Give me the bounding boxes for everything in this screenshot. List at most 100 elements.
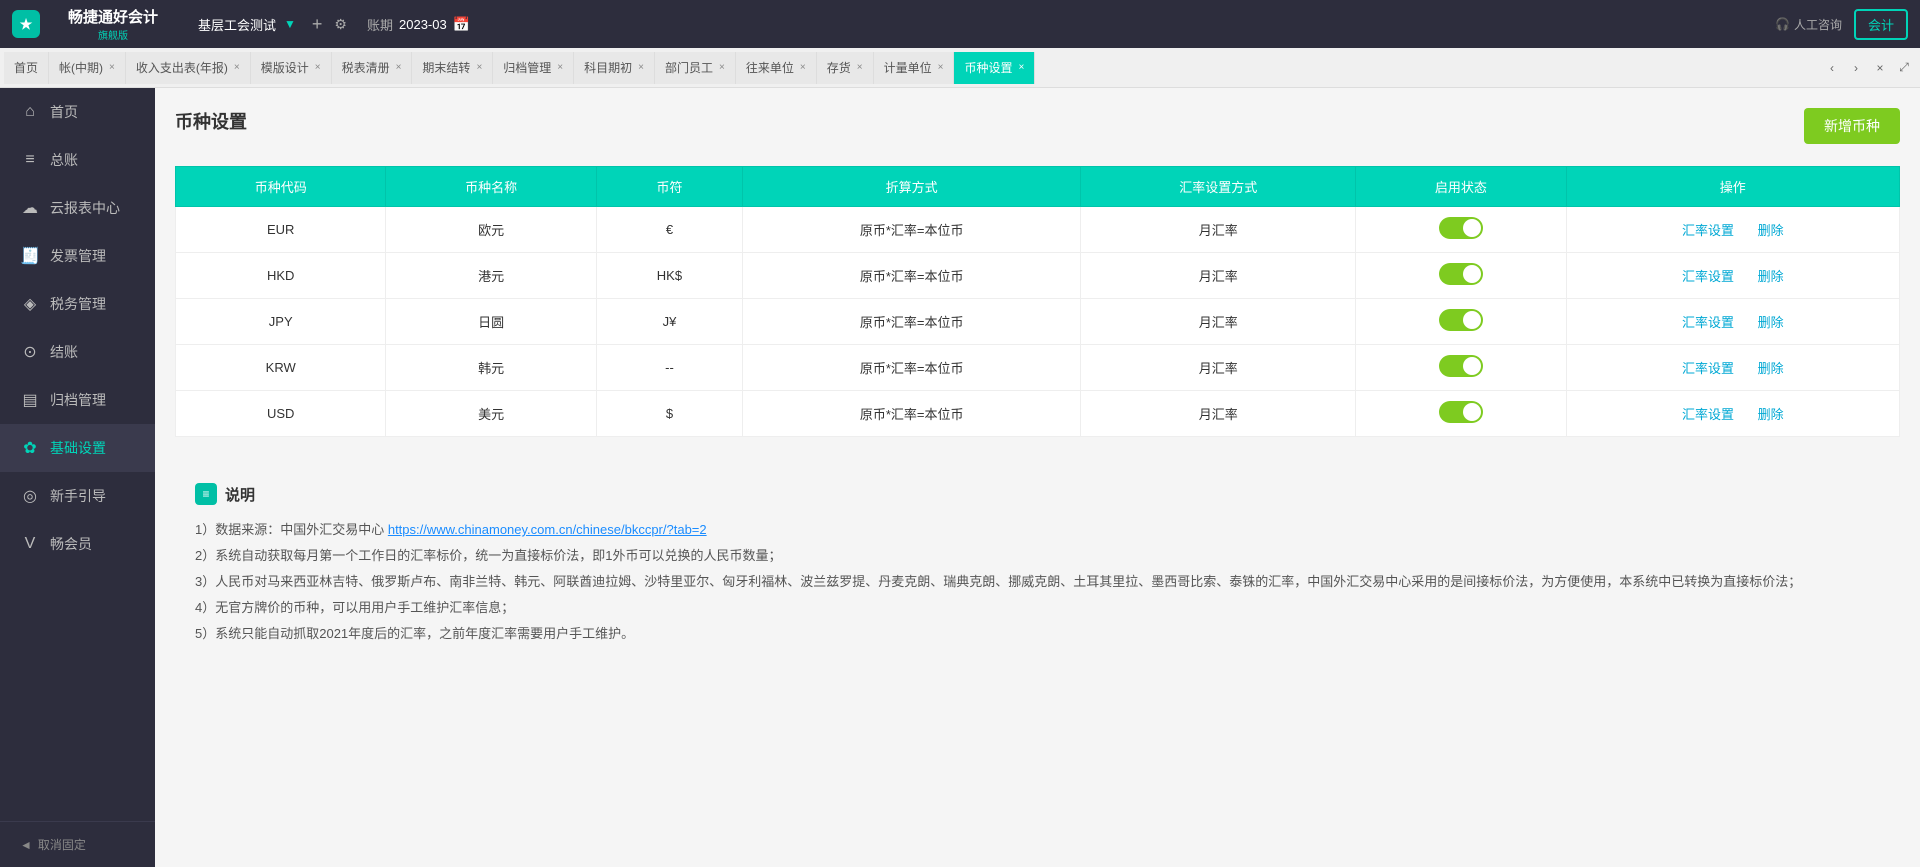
sidebar-item-label: 首页 [50, 102, 78, 122]
tab-label: 计量单位 [884, 59, 932, 76]
sidebar-item-settings[interactable]: ✿ 基础设置 [0, 424, 155, 472]
content-area: 币种设置 新增币种 币种代码 币种名称 币符 折算方式 汇率设置方式 启用状态 … [155, 88, 1920, 867]
tab-zhangqimid[interactable]: 帐(中期) × [49, 52, 126, 84]
tab-close-icon[interactable]: × [719, 62, 725, 73]
sidebar-item-invoice[interactable]: 🧾 发票管理 [0, 232, 155, 280]
cell-method: 原币*汇率=本位币 [743, 345, 1081, 391]
tab-close-icon[interactable]: × [857, 62, 863, 73]
tab-tax[interactable]: 税表清册 × [332, 52, 413, 84]
tab-close-icon[interactable]: × [1018, 62, 1024, 73]
cell-rate-type: 月汇率 [1081, 391, 1356, 437]
tab-next-btn[interactable]: › [1844, 52, 1868, 84]
tab-subject-init[interactable]: 科目期初 × [574, 52, 655, 84]
notice-item: 3）人民币对马来西亚林吉特、俄罗斯卢布、南非兰特、韩元、阿联酋迪拉姆、沙特里亚尔… [195, 569, 1880, 595]
cell-symbol: $ [596, 391, 742, 437]
cell-rate-type: 月汇率 [1081, 299, 1356, 345]
delete-link[interactable]: 删除 [1758, 223, 1784, 238]
col-action: 操作 [1566, 167, 1899, 207]
cell-symbol: J¥ [596, 299, 742, 345]
tab-close-icon[interactable]: × [938, 62, 944, 73]
tab-inventory[interactable]: 存货 × [817, 52, 874, 84]
add-workspace-btn[interactable]: + [312, 14, 323, 35]
kuaiji-button[interactable]: 会计 [1854, 9, 1908, 40]
tab-contacts[interactable]: 往来单位 × [736, 52, 817, 84]
sidebar-item-guide[interactable]: ◎ 新手引导 [0, 472, 155, 520]
tab-department[interactable]: 部门员工 × [655, 52, 736, 84]
tab-label: 模版设计 [261, 59, 309, 76]
cell-status [1356, 299, 1566, 345]
settings-icon[interactable]: ⚙ [334, 16, 347, 33]
tab-close-icon[interactable]: × [109, 62, 115, 73]
sidebar-item-home[interactable]: ⌂ 首页 [0, 88, 155, 136]
cell-code: USD [176, 391, 386, 437]
tab-expand-btn[interactable]: ⤢ [1892, 52, 1916, 84]
tab-bar: 首页 帐(中期) × 收入支出表(年报) × 模版设计 × 税表清册 × 期末结… [0, 48, 1920, 88]
toggle-switch[interactable] [1439, 263, 1483, 285]
toggle-switch[interactable] [1439, 309, 1483, 331]
tab-period-end[interactable]: 期末结转 × [412, 52, 493, 84]
notice-title: ≡ 说明 [195, 483, 1880, 505]
rate-setting-link[interactable]: 汇率设置 [1682, 223, 1734, 238]
workspace-selector: 基层工会测试 ▼ + ⚙ 账期 2023-03 📅 [198, 14, 1775, 35]
tab-close-icon[interactable]: × [396, 62, 402, 73]
tab-close-icon[interactable]: × [476, 62, 482, 73]
period-value: 2023-03 [399, 17, 447, 32]
tab-close-all-btn[interactable]: × [1868, 52, 1892, 84]
cell-method: 原币*汇率=本位币 [743, 391, 1081, 437]
sidebar-item-archive[interactable]: ▤ 归档管理 [0, 376, 155, 424]
sidebar-item-report[interactable]: ☁ 云报表中心 [0, 184, 155, 232]
new-currency-button[interactable]: 新增币种 [1804, 108, 1900, 144]
cell-code: JPY [176, 299, 386, 345]
notice-link[interactable]: https://www.chinamoney.com.cn/chinese/bk… [388, 522, 707, 537]
cell-symbol: € [596, 207, 742, 253]
sidebar-item-ledger[interactable]: ≡ 总账 [0, 136, 155, 184]
rate-setting-link[interactable]: 汇率设置 [1682, 361, 1734, 376]
toggle-knob [1463, 265, 1481, 283]
tab-archive[interactable]: 归档管理 × [493, 52, 574, 84]
delete-link[interactable]: 删除 [1758, 361, 1784, 376]
sidebar-item-tax[interactable]: ◈ 税务管理 [0, 280, 155, 328]
tab-currency[interactable]: 币种设置 × [954, 52, 1035, 84]
cell-status [1356, 391, 1566, 437]
tab-home[interactable]: 首页 [4, 52, 49, 84]
tab-template[interactable]: 模版设计 × [251, 52, 332, 84]
tab-label: 往来单位 [746, 59, 794, 76]
tab-close-icon[interactable]: × [234, 62, 240, 73]
tab-prev-btn[interactable]: ‹ [1820, 52, 1844, 84]
calendar-icon[interactable]: 📅 [453, 16, 470, 33]
table-row: USD 美元 $ 原币*汇率=本位币 月汇率 汇率设置 删除 [176, 391, 1900, 437]
pin-label: 取消固定 [38, 836, 86, 853]
cell-name: 港元 [386, 253, 596, 299]
workspace-name: 基层工会测试 [198, 15, 276, 34]
tab-unit[interactable]: 计量单位 × [874, 52, 955, 84]
rate-setting-link[interactable]: 汇率设置 [1682, 315, 1734, 330]
tab-close-icon[interactable]: × [800, 62, 806, 73]
cell-name: 欧元 [386, 207, 596, 253]
sidebar-pin-toggle[interactable]: ◄ 取消固定 [0, 821, 155, 867]
tab-income[interactable]: 收入支出表(年报) × [126, 52, 251, 84]
rate-setting-link[interactable]: 汇率设置 [1682, 269, 1734, 284]
cell-rate-type: 月汇率 [1081, 253, 1356, 299]
delete-link[interactable]: 删除 [1758, 407, 1784, 422]
guide-icon: ◎ [20, 486, 40, 506]
sidebar-item-member[interactable]: V 畅会员 [0, 520, 155, 568]
sidebar-item-checkout[interactable]: ⊙ 结账 [0, 328, 155, 376]
delete-link[interactable]: 删除 [1758, 269, 1784, 284]
notice-item: 5）系统只能自动抓取2021年度后的汇率，之前年度汇率需要用户手工维护。 [195, 621, 1880, 647]
sidebar-item-label: 总账 [50, 150, 78, 170]
toggle-knob [1463, 219, 1481, 237]
tab-close-icon[interactable]: × [315, 62, 321, 73]
rate-setting-link[interactable]: 汇率设置 [1682, 407, 1734, 422]
toggle-switch[interactable] [1439, 217, 1483, 239]
invoice-icon: 🧾 [20, 246, 40, 266]
tab-label: 币种设置 [964, 59, 1012, 76]
settings-gear-icon: ✿ [20, 438, 40, 458]
delete-link[interactable]: 删除 [1758, 315, 1784, 330]
toggle-switch[interactable] [1439, 401, 1483, 423]
tab-close-icon[interactable]: × [557, 62, 563, 73]
help-button[interactable]: 🎧 人工咨询 [1775, 16, 1842, 33]
workspace-dropdown-icon[interactable]: ▼ [284, 17, 296, 31]
tab-close-icon[interactable]: × [638, 62, 644, 73]
cell-actions: 汇率设置 删除 [1566, 345, 1899, 391]
toggle-switch[interactable] [1439, 355, 1483, 377]
